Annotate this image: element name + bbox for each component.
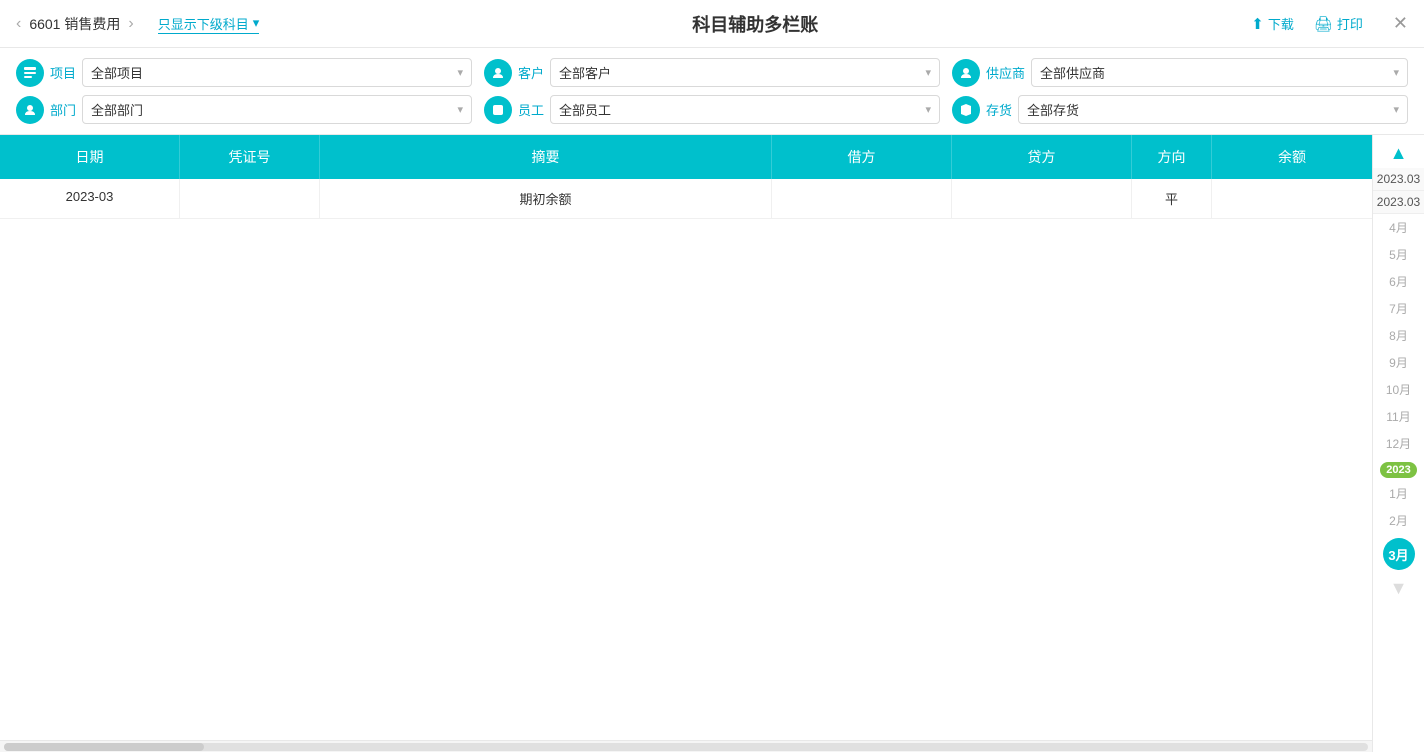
timeline-month-11[interactable]: 11月 <box>1373 403 1424 430</box>
table-row: 2023-03 期初余额 平 <box>0 179 1372 219</box>
timeline-month-4[interactable]: 4月 <box>1373 214 1424 241</box>
inventory-value: 全部存货 <box>1027 100 1079 119</box>
title-bar-right: ⬆ 下载 🖨 打印 ✕ <box>1251 13 1408 34</box>
project-value: 全部项目 <box>91 63 143 82</box>
employee-select[interactable]: 全部员工 ▾ <box>550 95 940 124</box>
customer-icon <box>484 59 512 87</box>
filter-row-1: 项目 全部项目 ▾ 客户 全部客户 ▾ <box>16 58 1408 87</box>
timeline-header-2[interactable]: 2023.03 <box>1373 191 1424 214</box>
timeline-header-1[interactable]: 2023.03 <box>1373 168 1424 191</box>
timeline-month-5[interactable]: 5月 <box>1373 241 1424 268</box>
dept-icon <box>16 96 44 124</box>
filter-employee: 员工 全部员工 ▾ <box>484 95 940 124</box>
scrollbar-track <box>4 743 1368 751</box>
timeline-down-arrow[interactable]: ▼ <box>1386 574 1412 603</box>
employee-dropdown-icon: ▾ <box>925 103 931 116</box>
timeline-month-2[interactable]: 2月 <box>1373 507 1424 534</box>
project-select[interactable]: 全部项目 ▾ <box>82 58 472 87</box>
year-badge-container: 2023 <box>1373 457 1424 480</box>
th-voucher: 凭证号 <box>180 135 320 179</box>
customer-select[interactable]: 全部客户 ▾ <box>550 58 940 87</box>
customer-label: 客户 <box>518 63 544 82</box>
account-code-label: 6601 销售费用 <box>29 14 120 34</box>
th-credit: 贷方 <box>952 135 1132 179</box>
th-summary: 摘要 <box>320 135 772 179</box>
table-body: 2023-03 期初余额 平 <box>0 179 1372 740</box>
timeline-month-1[interactable]: 1月 <box>1373 480 1424 507</box>
project-dropdown-icon: ▾ <box>457 66 463 79</box>
filter-project: 项目 全部项目 ▾ <box>16 58 472 87</box>
main-content: 日期 凭证号 摘要 借方 贷方 方向 余额 2023-03 期初余额 平 <box>0 135 1424 752</box>
filter-customer: 客户 全部客户 ▾ <box>484 58 940 87</box>
dept-dropdown-icon: ▾ <box>457 103 463 116</box>
dept-label: 部门 <box>50 100 76 119</box>
timeline-month-10[interactable]: 10月 <box>1373 376 1424 403</box>
print-label: 打印 <box>1337 14 1363 33</box>
table-area: 日期 凭证号 摘要 借方 贷方 方向 余额 2023-03 期初余额 平 <box>0 135 1372 752</box>
show-sub-button[interactable]: 只显示下级科目 ▾ <box>158 14 260 34</box>
employee-icon <box>484 96 512 124</box>
td-direction: 平 <box>1132 179 1212 218</box>
timeline-panel: ▲ 2023.03 2023.03 4月 5月 6月 7月 8月 9月 10月 … <box>1372 135 1424 752</box>
main-window: ‹ 6601 销售费用 › 只显示下级科目 ▾ 科目辅助多栏账 ⬆ 下载 🖨 打… <box>0 0 1424 752</box>
filter-supplier: 供应商 全部供应商 ▾ <box>952 58 1408 87</box>
year-badge[interactable]: 2023 <box>1380 462 1416 478</box>
th-balance: 余额 <box>1212 135 1372 179</box>
page-title: 科目辅助多栏账 <box>259 11 1251 37</box>
title-bar-left: ‹ 6601 销售费用 › 只显示下级科目 ▾ <box>16 14 259 34</box>
show-sub-label: 只显示下级科目 <box>158 14 249 33</box>
inventory-dropdown-icon: ▾ <box>1393 103 1399 116</box>
project-label: 项目 <box>50 63 76 82</box>
inventory-select[interactable]: 全部存货 ▾ <box>1018 95 1408 124</box>
print-button[interactable]: 🖨 打印 <box>1314 14 1363 33</box>
employee-value: 全部员工 <box>559 100 611 119</box>
td-balance <box>1212 179 1372 218</box>
td-summary: 期初余额 <box>320 179 772 218</box>
timeline-month-8[interactable]: 8月 <box>1373 322 1424 349</box>
print-icon: 🖨 <box>1314 15 1333 33</box>
th-date: 日期 <box>0 135 180 179</box>
td-credit <box>952 179 1132 218</box>
timeline-month-6[interactable]: 6月 <box>1373 268 1424 295</box>
timeline-month-7[interactable]: 7月 <box>1373 295 1424 322</box>
inventory-label: 存货 <box>986 100 1012 119</box>
dept-select[interactable]: 全部部门 ▾ <box>82 95 472 124</box>
supplier-value: 全部供应商 <box>1040 63 1105 82</box>
filter-dept: 部门 全部部门 ▾ <box>16 95 472 124</box>
customer-value: 全部客户 <box>559 63 611 82</box>
table-header: 日期 凭证号 摘要 借方 贷方 方向 余额 <box>0 135 1372 179</box>
nav-next-arrow[interactable]: › <box>128 15 133 33</box>
td-debit <box>772 179 952 218</box>
supplier-dropdown-icon: ▾ <box>1393 66 1399 79</box>
close-button[interactable]: ✕ <box>1393 13 1408 34</box>
title-bar: ‹ 6601 销售费用 › 只显示下级科目 ▾ 科目辅助多栏账 ⬆ 下载 🖨 打… <box>0 0 1424 48</box>
th-direction: 方向 <box>1132 135 1212 179</box>
td-voucher <box>180 179 320 218</box>
scrollbar-thumb[interactable] <box>4 743 204 751</box>
supplier-icon <box>952 59 980 87</box>
employee-label: 员工 <box>518 100 544 119</box>
supplier-select[interactable]: 全部供应商 ▾ <box>1031 58 1408 87</box>
filter-inventory: 存货 全部存货 ▾ <box>952 95 1408 124</box>
td-date: 2023-03 <box>0 179 180 218</box>
download-label: 下载 <box>1268 14 1294 33</box>
filter-row-2: 部门 全部部门 ▾ 员工 全部员工 ▾ <box>16 95 1408 124</box>
horizontal-scrollbar[interactable] <box>0 740 1372 752</box>
inventory-icon <box>952 96 980 124</box>
supplier-label: 供应商 <box>986 63 1025 82</box>
timeline-month-9[interactable]: 9月 <box>1373 349 1424 376</box>
customer-dropdown-icon: ▾ <box>925 66 931 79</box>
timeline-month-3-active[interactable]: 3月 <box>1383 538 1415 570</box>
project-icon <box>16 59 44 87</box>
nav-prev-arrow[interactable]: ‹ <box>16 15 21 33</box>
th-debit: 借方 <box>772 135 952 179</box>
timeline-up-arrow[interactable]: ▲ <box>1386 139 1412 168</box>
dept-value: 全部部门 <box>91 100 143 119</box>
timeline-month-3-container: 3月 <box>1373 534 1424 574</box>
download-button[interactable]: ⬆ 下载 <box>1251 14 1294 33</box>
filter-bar: 项目 全部项目 ▾ 客户 全部客户 ▾ <box>0 48 1424 135</box>
download-icon: ⬆ <box>1251 15 1264 33</box>
timeline-month-12[interactable]: 12月 <box>1373 430 1424 457</box>
